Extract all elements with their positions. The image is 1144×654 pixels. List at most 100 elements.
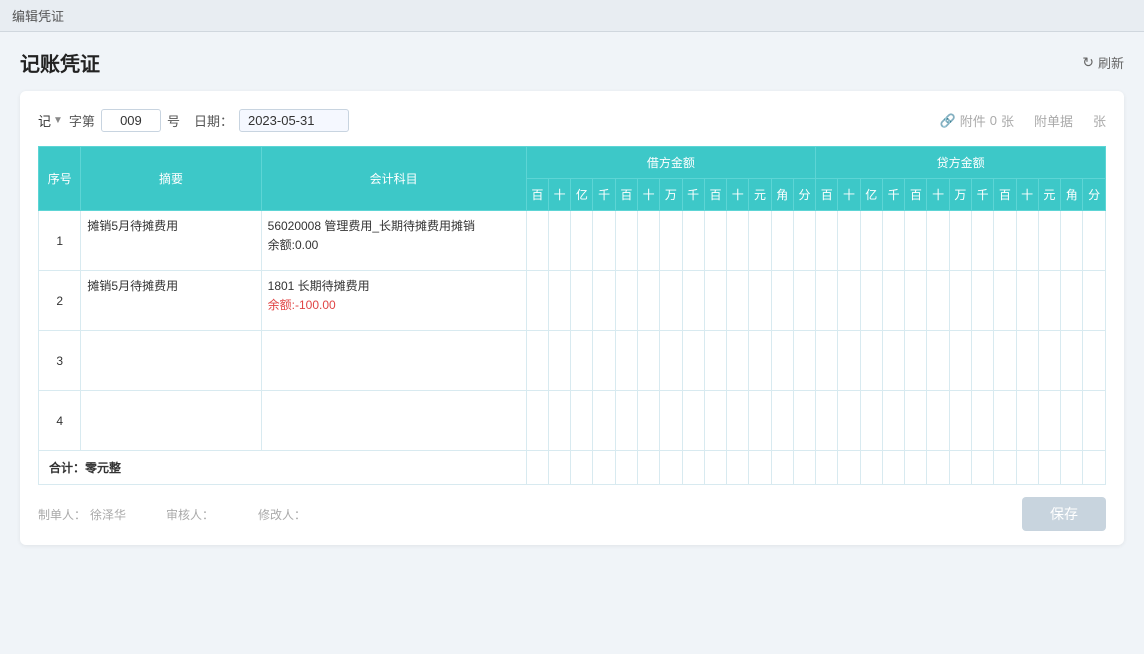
save-button[interactable]: 保存: [1022, 497, 1106, 531]
row-1-credit-3[interactable]: [882, 271, 904, 331]
row-3-credit-0[interactable]: [816, 391, 838, 451]
row-1-debit-4[interactable]: [615, 271, 637, 331]
row-3-credit-9[interactable]: [1016, 391, 1038, 451]
row-1-credit-5[interactable]: [927, 271, 949, 331]
row-1-debit-2[interactable]: [571, 271, 593, 331]
row-1-credit-2[interactable]: [860, 271, 882, 331]
row-0-credit-6[interactable]: [949, 211, 971, 271]
row-2-debit-12[interactable]: [793, 331, 815, 391]
row-3-account[interactable]: [261, 391, 526, 451]
row-2-credit-2[interactable]: [860, 331, 882, 391]
row-1-credit-11[interactable]: [1061, 271, 1083, 331]
row-3-debit-5[interactable]: [638, 391, 660, 451]
row-0-debit-12[interactable]: [793, 211, 815, 271]
row-1-credit-7[interactable]: [972, 271, 994, 331]
row-3-debit-12[interactable]: [793, 391, 815, 451]
row-1-debit-11[interactable]: [771, 271, 793, 331]
row-2-credit-9[interactable]: [1016, 331, 1038, 391]
row-0-credit-9[interactable]: [1016, 211, 1038, 271]
row-2-account[interactable]: [261, 331, 526, 391]
row-2-debit-2[interactable]: [571, 331, 593, 391]
row-2-debit-6[interactable]: [660, 331, 682, 391]
row-1-debit-5[interactable]: [638, 271, 660, 331]
row-2-credit-1[interactable]: [838, 331, 860, 391]
row-2-debit-1[interactable]: [548, 331, 570, 391]
row-0-account[interactable]: 56020008 管理费用_长期待摊费用摊销余额:0.00: [261, 211, 526, 271]
row-1-account[interactable]: 1801 长期待摊费用余额:-100.00: [261, 271, 526, 331]
row-1-credit-12[interactable]: [1083, 271, 1106, 331]
row-3-debit-2[interactable]: [571, 391, 593, 451]
row-0-debit-8[interactable]: [704, 211, 726, 271]
row-2-credit-7[interactable]: [972, 331, 994, 391]
row-3-debit-9[interactable]: [727, 391, 749, 451]
row-1-debit-10[interactable]: [749, 271, 771, 331]
row-0-credit-5[interactable]: [927, 211, 949, 271]
attach-button[interactable]: 🔗 附件 0 张: [940, 111, 1014, 130]
row-3-credit-8[interactable]: [994, 391, 1016, 451]
row-3-debit-1[interactable]: [548, 391, 570, 451]
row-1-debit-0[interactable]: [526, 271, 548, 331]
row-0-debit-9[interactable]: [727, 211, 749, 271]
row-2-debit-5[interactable]: [638, 331, 660, 391]
date-input[interactable]: [239, 109, 349, 132]
row-2-credit-10[interactable]: [1038, 331, 1060, 391]
type-select[interactable]: 记 ▼: [38, 111, 63, 130]
row-3-debit-4[interactable]: [615, 391, 637, 451]
row-0-credit-3[interactable]: [882, 211, 904, 271]
row-2-credit-6[interactable]: [949, 331, 971, 391]
row-1-credit-6[interactable]: [949, 271, 971, 331]
sheet-button[interactable]: 附单据: [1034, 111, 1073, 130]
row-2-credit-12[interactable]: [1083, 331, 1106, 391]
row-2-credit-8[interactable]: [994, 331, 1016, 391]
row-1-credit-10[interactable]: [1038, 271, 1060, 331]
row-2-credit-0[interactable]: [816, 331, 838, 391]
row-3-credit-12[interactable]: [1083, 391, 1106, 451]
row-2-debit-8[interactable]: [704, 331, 726, 391]
row-2-debit-10[interactable]: [749, 331, 771, 391]
row-2-debit-7[interactable]: [682, 331, 704, 391]
row-0-debit-7[interactable]: [682, 211, 704, 271]
row-0-debit-0[interactable]: [526, 211, 548, 271]
row-0-credit-12[interactable]: [1083, 211, 1106, 271]
refresh-button[interactable]: ↻ 刷新: [1082, 53, 1124, 72]
row-1-debit-12[interactable]: [793, 271, 815, 331]
row-2-credit-3[interactable]: [882, 331, 904, 391]
row-2-summary[interactable]: [81, 331, 261, 391]
row-3-credit-7[interactable]: [972, 391, 994, 451]
row-3-credit-1[interactable]: [838, 391, 860, 451]
row-0-debit-4[interactable]: [615, 211, 637, 271]
row-1-debit-6[interactable]: [660, 271, 682, 331]
row-0-debit-11[interactable]: [771, 211, 793, 271]
row-0-credit-1[interactable]: [838, 211, 860, 271]
row-2-credit-4[interactable]: [905, 331, 927, 391]
row-1-credit-9[interactable]: [1016, 271, 1038, 331]
row-0-debit-10[interactable]: [749, 211, 771, 271]
row-3-credit-10[interactable]: [1038, 391, 1060, 451]
row-0-credit-0[interactable]: [816, 211, 838, 271]
row-2-debit-0[interactable]: [526, 331, 548, 391]
row-3-summary[interactable]: [81, 391, 261, 451]
row-0-credit-7[interactable]: [972, 211, 994, 271]
row-2-debit-4[interactable]: [615, 331, 637, 391]
row-3-debit-10[interactable]: [749, 391, 771, 451]
row-3-debit-7[interactable]: [682, 391, 704, 451]
row-3-debit-3[interactable]: [593, 391, 615, 451]
row-2-credit-11[interactable]: [1061, 331, 1083, 391]
row-0-credit-11[interactable]: [1061, 211, 1083, 271]
row-2-debit-11[interactable]: [771, 331, 793, 391]
row-3-credit-5[interactable]: [927, 391, 949, 451]
row-1-debit-7[interactable]: [682, 271, 704, 331]
row-3-debit-8[interactable]: [704, 391, 726, 451]
row-3-credit-6[interactable]: [949, 391, 971, 451]
row-0-debit-1[interactable]: [548, 211, 570, 271]
row-0-summary[interactable]: 摊销5月待摊费用: [81, 211, 261, 271]
row-0-credit-4[interactable]: [905, 211, 927, 271]
row-3-debit-0[interactable]: [526, 391, 548, 451]
row-0-credit-2[interactable]: [860, 211, 882, 271]
row-0-credit-8[interactable]: [994, 211, 1016, 271]
row-0-debit-3[interactable]: [593, 211, 615, 271]
row-1-credit-4[interactable]: [905, 271, 927, 331]
row-2-debit-3[interactable]: [593, 331, 615, 391]
row-0-debit-2[interactable]: [571, 211, 593, 271]
row-3-credit-4[interactable]: [905, 391, 927, 451]
